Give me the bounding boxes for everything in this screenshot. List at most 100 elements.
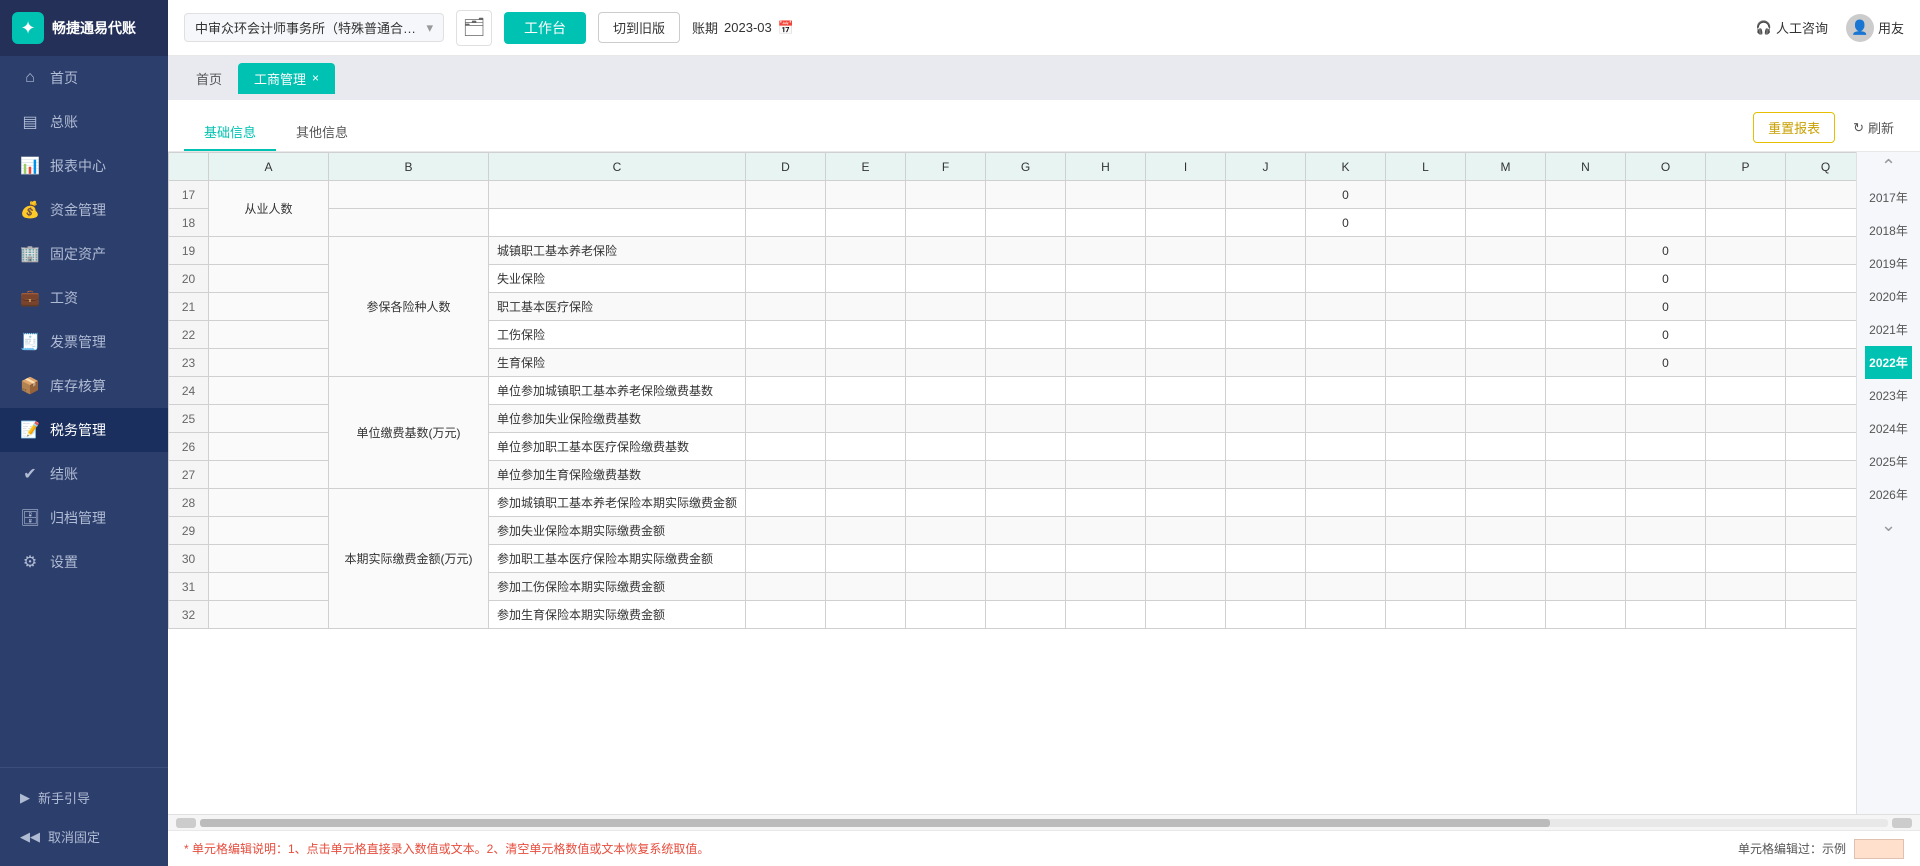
cell-col-a[interactable]: [209, 545, 329, 573]
cell-col-e[interactable]: [826, 517, 906, 545]
cell-col-f[interactable]: [906, 573, 986, 601]
cell-col-p[interactable]: [1706, 489, 1786, 517]
cell-col-h[interactable]: [1066, 293, 1146, 321]
cell-col-l[interactable]: [1386, 237, 1466, 265]
cell-col-f[interactable]: [906, 265, 986, 293]
workbench-button[interactable]: 工作台: [504, 12, 586, 44]
cell-col-q[interactable]: [1786, 461, 1856, 489]
cell-col-g[interactable]: [986, 377, 1066, 405]
year-item[interactable]: 2025年: [1865, 445, 1912, 478]
cell-col-h[interactable]: [1066, 265, 1146, 293]
year-item[interactable]: 2018年: [1865, 214, 1912, 247]
cell-col-j[interactable]: [1226, 517, 1306, 545]
col-header-n[interactable]: N: [1546, 153, 1626, 181]
cell-col-q[interactable]: [1786, 573, 1856, 601]
refresh-button[interactable]: ↻ 刷新: [1843, 113, 1904, 142]
cell-col-p[interactable]: [1706, 405, 1786, 433]
cell-col-h[interactable]: [1066, 405, 1146, 433]
sidebar-item-archive[interactable]: 🗄 归档管理: [0, 496, 168, 540]
cell-col-d[interactable]: [746, 489, 826, 517]
cell-col-o[interactable]: [1626, 433, 1706, 461]
sidebar-item-close[interactable]: ✔ 结账: [0, 452, 168, 496]
cell-col-g[interactable]: [986, 181, 1066, 209]
cell-col-d[interactable]: [746, 545, 826, 573]
cell-col-d[interactable]: [746, 405, 826, 433]
year-scroll-up-button[interactable]: ⌃: [1857, 152, 1920, 181]
cell-col-f[interactable]: [906, 349, 986, 377]
cell-col-l[interactable]: [1386, 321, 1466, 349]
cell-col-o[interactable]: [1626, 181, 1706, 209]
cell-col-d[interactable]: [746, 181, 826, 209]
cell-col-l[interactable]: [1386, 573, 1466, 601]
cell-col-e[interactable]: [826, 461, 906, 489]
cell-col-m[interactable]: [1466, 265, 1546, 293]
cell-col-g[interactable]: [986, 293, 1066, 321]
cell-col-l[interactable]: [1386, 489, 1466, 517]
cell-col-l[interactable]: [1386, 209, 1466, 237]
cell-col-b[interactable]: [329, 181, 489, 209]
cell-col-f[interactable]: [906, 405, 986, 433]
cell-col-h[interactable]: [1066, 433, 1146, 461]
cell-col-g[interactable]: [986, 405, 1066, 433]
cell-col-p[interactable]: [1706, 321, 1786, 349]
col-header-f[interactable]: F: [906, 153, 986, 181]
cell-col-k[interactable]: [1306, 293, 1386, 321]
cell-col-q[interactable]: [1786, 321, 1856, 349]
sidebar-item-assets[interactable]: 🏢 固定资产: [0, 232, 168, 276]
cell-col-l[interactable]: [1386, 293, 1466, 321]
sidebar-item-reports[interactable]: 📊 报表中心: [0, 144, 168, 188]
cell-col-e[interactable]: [826, 433, 906, 461]
col-header-q[interactable]: Q: [1786, 153, 1856, 181]
cell-col-e[interactable]: [826, 209, 906, 237]
cell-col-l[interactable]: [1386, 265, 1466, 293]
cell-col-n[interactable]: [1546, 433, 1626, 461]
cell-col-m[interactable]: [1466, 377, 1546, 405]
cell-col-m[interactable]: [1466, 349, 1546, 377]
col-header-a[interactable]: A: [209, 153, 329, 181]
cell-col-l[interactable]: [1386, 349, 1466, 377]
cell-col-a[interactable]: [209, 461, 329, 489]
cell-col-q[interactable]: [1786, 181, 1856, 209]
cell-col-j[interactable]: [1226, 433, 1306, 461]
cell-col-l[interactable]: [1386, 377, 1466, 405]
cell-col-m[interactable]: [1466, 601, 1546, 629]
cell-col-k[interactable]: [1306, 517, 1386, 545]
cell-col-e[interactable]: [826, 545, 906, 573]
cell-col-d[interactable]: [746, 265, 826, 293]
cell-col-p[interactable]: [1706, 265, 1786, 293]
cell-col-k[interactable]: [1306, 545, 1386, 573]
cell-col-a[interactable]: 从业人数: [209, 181, 329, 237]
cell-col-q[interactable]: [1786, 517, 1856, 545]
cell-col-h[interactable]: [1066, 461, 1146, 489]
cell-col-k[interactable]: [1306, 489, 1386, 517]
col-header-k[interactable]: K: [1306, 153, 1386, 181]
cell-col-q[interactable]: [1786, 405, 1856, 433]
cell-col-j[interactable]: [1226, 545, 1306, 573]
cell-col-l[interactable]: [1386, 601, 1466, 629]
col-header-g[interactable]: G: [986, 153, 1066, 181]
cell-col-g[interactable]: [986, 573, 1066, 601]
col-header-i[interactable]: I: [1146, 153, 1226, 181]
cell-col-h[interactable]: [1066, 377, 1146, 405]
cell-col-c[interactable]: 参加工伤保险本期实际缴费金额: [489, 573, 746, 601]
cell-col-i[interactable]: [1146, 545, 1226, 573]
year-item[interactable]: 2022年: [1865, 346, 1912, 379]
cell-col-c[interactable]: 参加城镇职工基本养老保险本期实际缴费金额: [489, 489, 746, 517]
cell-col-n[interactable]: [1546, 181, 1626, 209]
col-header-m[interactable]: M: [1466, 153, 1546, 181]
cell-col-d[interactable]: [746, 601, 826, 629]
cell-col-n[interactable]: [1546, 545, 1626, 573]
cell-col-c[interactable]: 单位参加失业保险缴费基数: [489, 405, 746, 433]
calendar-icon[interactable]: 📅: [778, 20, 794, 36]
cell-col-g[interactable]: [986, 461, 1066, 489]
cell-col-b[interactable]: [329, 209, 489, 237]
cell-col-n[interactable]: [1546, 237, 1626, 265]
cell-col-e[interactable]: [826, 293, 906, 321]
cell-col-d[interactable]: [746, 573, 826, 601]
scroll-right-button[interactable]: [1892, 818, 1912, 828]
cell-col-e[interactable]: [826, 573, 906, 601]
cell-col-k[interactable]: [1306, 349, 1386, 377]
cell-col-a[interactable]: [209, 349, 329, 377]
cell-col-j[interactable]: [1226, 321, 1306, 349]
cell-col-e[interactable]: [826, 601, 906, 629]
